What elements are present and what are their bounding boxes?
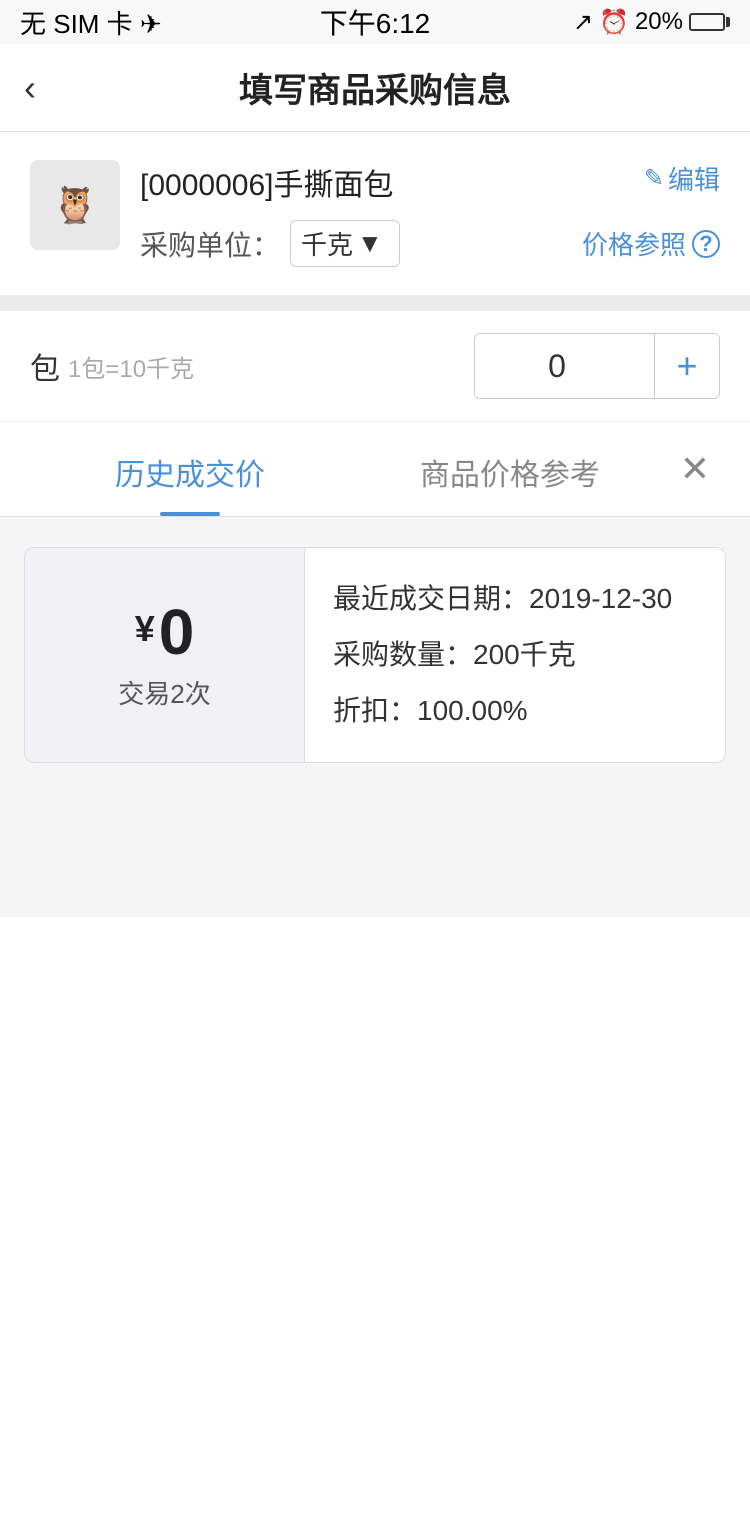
package-label: 包 — [30, 344, 60, 388]
unit-select[interactable]: 千克 ▼ — [290, 220, 400, 267]
status-right: ↗ ⏰ 20% — [573, 8, 730, 37]
price-ref-label: 价格参照 — [582, 225, 686, 262]
quantity-row: 包 1包=10千克 + — [0, 311, 750, 422]
status-bar: 无 SIM 卡 ✈ 下午6:12 ↗ ⏰ 20% — [0, 0, 750, 44]
edit-label: 编辑 — [668, 160, 720, 197]
product-unit-row: 采购单位： 千克 ▼ 价格参照 ? — [140, 220, 720, 267]
back-icon: ‹ — [24, 67, 36, 109]
plus-icon: + — [676, 345, 697, 387]
discount-label: 折扣： — [333, 695, 417, 726]
date-label: 最近成交日期： — [333, 583, 529, 614]
tab-history-price[interactable]: 历史成交价 — [30, 422, 350, 516]
price-ref-button[interactable]: 价格参照 ? — [582, 225, 720, 262]
price-amount: ¥ 0 — [135, 600, 195, 664]
price-ref-question-icon: ? — [692, 230, 720, 258]
edit-icon: ✎ — [644, 164, 664, 193]
unit-label: 采购单位： 千克 ▼ — [140, 220, 400, 267]
unit-value: 千克 — [301, 225, 353, 262]
edit-button[interactable]: ✎ 编辑 — [644, 160, 720, 197]
product-id: [0000006] — [140, 169, 273, 202]
status-left: 无 SIM 卡 ✈ — [20, 4, 162, 41]
signal-text: 无 SIM 卡 ✈ — [20, 4, 162, 41]
quantity-label: 包 1包=10千克 — [30, 344, 194, 388]
product-card: 🦉 [0000006]手撕面包 ✎ 编辑 采购单位： 千克 ▼ 价格参照 ? — [0, 132, 750, 295]
price-history-card: ¥ 0 交易2次 最近成交日期：2019-12-30 采购数量：200千克 折扣… — [24, 547, 726, 763]
tab-price-reference[interactable]: 商品价格参考 — [350, 422, 670, 516]
price-details: 最近成交日期：2019-12-30 采购数量：200千克 折扣：100.00% — [305, 548, 725, 762]
tabs-close-button[interactable]: ✕ — [670, 438, 720, 500]
detail-quantity: 采购数量：200千克 — [333, 634, 697, 676]
product-name: [0000006]手撕面包 — [140, 160, 393, 204]
quantity-detail-value: 200千克 — [473, 639, 576, 670]
quantity-detail-label: 采购数量： — [333, 639, 473, 670]
product-thumb-icon: 🦉 — [53, 184, 98, 226]
content-area: ¥ 0 交易2次 最近成交日期：2019-12-30 采购数量：200千克 折扣… — [0, 517, 750, 917]
product-header: [0000006]手撕面包 ✎ 编辑 — [140, 160, 720, 204]
package-hint: 1包=10千克 — [68, 349, 194, 384]
battery-percent: 20% — [635, 8, 683, 36]
quantity-input[interactable] — [475, 334, 655, 398]
section-divider — [0, 295, 750, 311]
dropdown-arrow-icon: ▼ — [357, 228, 383, 259]
discount-value: 100.00% — [417, 695, 528, 726]
quantity-plus-button[interactable]: + — [655, 334, 719, 398]
detail-date: 最近成交日期：2019-12-30 — [333, 578, 697, 620]
product-info: [0000006]手撕面包 ✎ 编辑 采购单位： 千克 ▼ 价格参照 ? — [140, 160, 720, 267]
page-background — [0, 917, 750, 1517]
back-button[interactable]: ‹ — [24, 67, 36, 109]
page-title: 填写商品采购信息 — [239, 63, 511, 112]
location-icon: ↗ — [573, 8, 593, 37]
tab-history-label: 历史成交价 — [115, 459, 265, 492]
alarm-icon: ⏰ — [599, 8, 629, 37]
product-title: 手撕面包 — [273, 169, 393, 202]
trades-count: 交易2次 — [118, 674, 210, 711]
currency-symbol: ¥ — [135, 608, 155, 650]
detail-discount: 折扣：100.00% — [333, 690, 697, 732]
unit-text: 采购单位： — [140, 224, 280, 264]
status-time: 下午6:12 — [320, 2, 431, 42]
battery-icon — [689, 13, 730, 31]
date-value: 2019-12-30 — [529, 583, 672, 614]
close-icon: ✕ — [680, 448, 710, 490]
nav-bar: ‹ 填写商品采购信息 — [0, 44, 750, 132]
product-thumbnail: 🦉 — [30, 160, 120, 250]
price-value: 0 — [159, 600, 195, 664]
tabs-bar: 历史成交价 商品价格参考 ✕ — [0, 422, 750, 517]
price-summary: ¥ 0 交易2次 — [25, 548, 305, 762]
tab-reference-label: 商品价格参考 — [420, 459, 600, 492]
quantity-control: + — [474, 333, 720, 399]
